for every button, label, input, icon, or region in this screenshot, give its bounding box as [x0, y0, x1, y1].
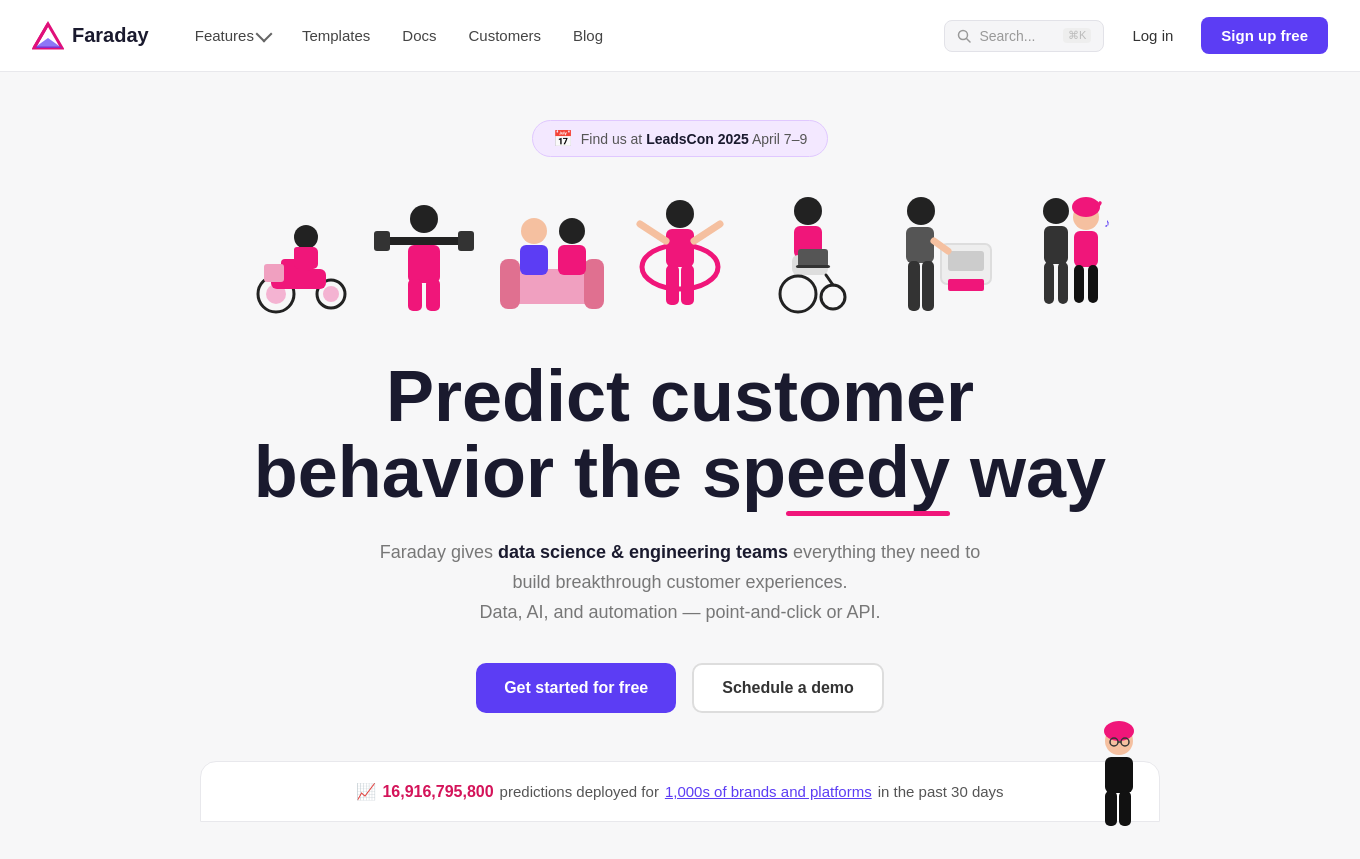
svg-rect-35	[681, 265, 694, 305]
svg-point-52	[1043, 198, 1069, 224]
svg-text:♪: ♪	[1104, 216, 1110, 230]
svg-point-36	[794, 197, 822, 225]
svg-line-33	[694, 224, 720, 241]
svg-point-12	[294, 225, 318, 249]
svg-line-49	[934, 241, 948, 251]
login-button[interactable]: Log in	[1116, 19, 1189, 52]
svg-rect-24	[584, 259, 604, 309]
svg-rect-26	[520, 245, 548, 275]
svg-rect-59	[1074, 265, 1084, 303]
hero-heading: Predict customer behavior the speedy way	[230, 359, 1130, 510]
svg-rect-53	[1044, 226, 1068, 264]
nav-customers[interactable]: Customers	[454, 19, 555, 52]
svg-point-29	[666, 200, 694, 228]
navigation: Faraday Features Templates Docs Customer…	[0, 0, 1360, 72]
nav-blog[interactable]: Blog	[559, 19, 617, 52]
svg-rect-55	[1058, 262, 1068, 304]
svg-rect-20	[408, 279, 422, 311]
hero-subtext: Faraday gives data science & engineering…	[370, 538, 990, 627]
svg-rect-69	[1105, 791, 1117, 826]
svg-rect-70	[1119, 791, 1131, 826]
search-placeholder: Search...	[979, 28, 1035, 44]
svg-rect-58	[1074, 231, 1098, 267]
svg-rect-45	[948, 251, 984, 271]
svg-rect-46	[948, 279, 984, 291]
svg-line-4	[967, 38, 971, 42]
svg-text:♥: ♥	[1094, 196, 1102, 212]
badge-text: Find us at LeadsCon 2025 April 7–9	[581, 131, 807, 147]
illustration-row: ♥ ♪	[230, 189, 1130, 319]
svg-rect-54	[1044, 262, 1054, 304]
illustration-printer	[876, 189, 996, 319]
svg-line-41	[826, 275, 833, 285]
corner-illustration	[1069, 721, 1159, 821]
schedule-demo-button[interactable]: Schedule a demo	[692, 663, 884, 713]
svg-rect-50	[908, 261, 920, 311]
svg-rect-48	[906, 227, 934, 263]
trend-icon: 📈	[356, 782, 376, 801]
logo-icon	[32, 20, 64, 52]
svg-rect-34	[666, 265, 679, 305]
logo-text: Faraday	[72, 24, 149, 47]
main-content: 📅 Find us at LeadsCon 2025 April 7–9	[0, 72, 1360, 822]
illustration-couch	[492, 189, 612, 319]
svg-rect-17	[374, 231, 390, 251]
svg-point-27	[559, 218, 585, 244]
svg-rect-43	[796, 265, 830, 268]
stats-link[interactable]: 1,000s of brands and platforms	[665, 783, 872, 800]
svg-point-25	[521, 218, 547, 244]
stats-number: 16,916,795,800	[382, 783, 493, 801]
svg-rect-60	[1088, 265, 1098, 303]
svg-point-40	[821, 285, 845, 309]
illustration-dancing-couple: ♥ ♪	[1004, 189, 1124, 319]
chevron-down-icon	[255, 25, 272, 42]
stats-text-after: in the past 30 days	[878, 783, 1004, 800]
hero-heading-underline: eedy	[786, 435, 950, 511]
svg-rect-19	[408, 245, 440, 283]
calendar-icon: 📅	[553, 129, 573, 148]
svg-line-32	[640, 224, 666, 241]
signup-button[interactable]: Sign up free	[1201, 17, 1328, 54]
svg-rect-28	[558, 245, 586, 275]
svg-point-64	[1104, 721, 1134, 741]
svg-point-15	[410, 205, 438, 233]
search-icon	[957, 29, 971, 43]
svg-point-39	[780, 276, 816, 312]
illustration-dancer	[620, 189, 740, 319]
nav-links: Features Templates Docs Customers Blog	[181, 19, 945, 52]
svg-rect-68	[1105, 757, 1133, 793]
svg-rect-51	[922, 261, 934, 311]
illustration-weightlifter	[364, 189, 484, 319]
logo[interactable]: Faraday	[32, 20, 149, 52]
event-badge[interactable]: 📅 Find us at LeadsCon 2025 April 7–9	[532, 120, 828, 157]
svg-rect-21	[426, 279, 440, 311]
nav-actions: Search... ⌘K Log in Sign up free	[944, 17, 1328, 54]
nav-templates[interactable]: Templates	[288, 19, 384, 52]
svg-rect-18	[458, 231, 474, 251]
search-box[interactable]: Search... ⌘K	[944, 20, 1104, 52]
svg-rect-13	[294, 247, 318, 269]
svg-rect-23	[500, 259, 520, 309]
illustration-scooter	[236, 189, 356, 319]
illustration-wheelchair	[748, 189, 868, 319]
nav-features[interactable]: Features	[181, 19, 284, 52]
get-started-button[interactable]: Get started for free	[476, 663, 676, 713]
stats-bar: 📈 16,916,795,800 predictions deployed fo…	[200, 761, 1160, 822]
nav-docs[interactable]: Docs	[388, 19, 450, 52]
cta-buttons: Get started for free Schedule a demo	[476, 663, 884, 713]
svg-rect-14	[264, 264, 284, 282]
search-shortcut: ⌘K	[1063, 28, 1091, 43]
svg-point-8	[323, 286, 339, 302]
svg-point-47	[907, 197, 935, 225]
stats-text-before: predictions deployed for	[500, 783, 659, 800]
svg-rect-31	[666, 229, 694, 267]
svg-rect-42	[798, 249, 828, 267]
